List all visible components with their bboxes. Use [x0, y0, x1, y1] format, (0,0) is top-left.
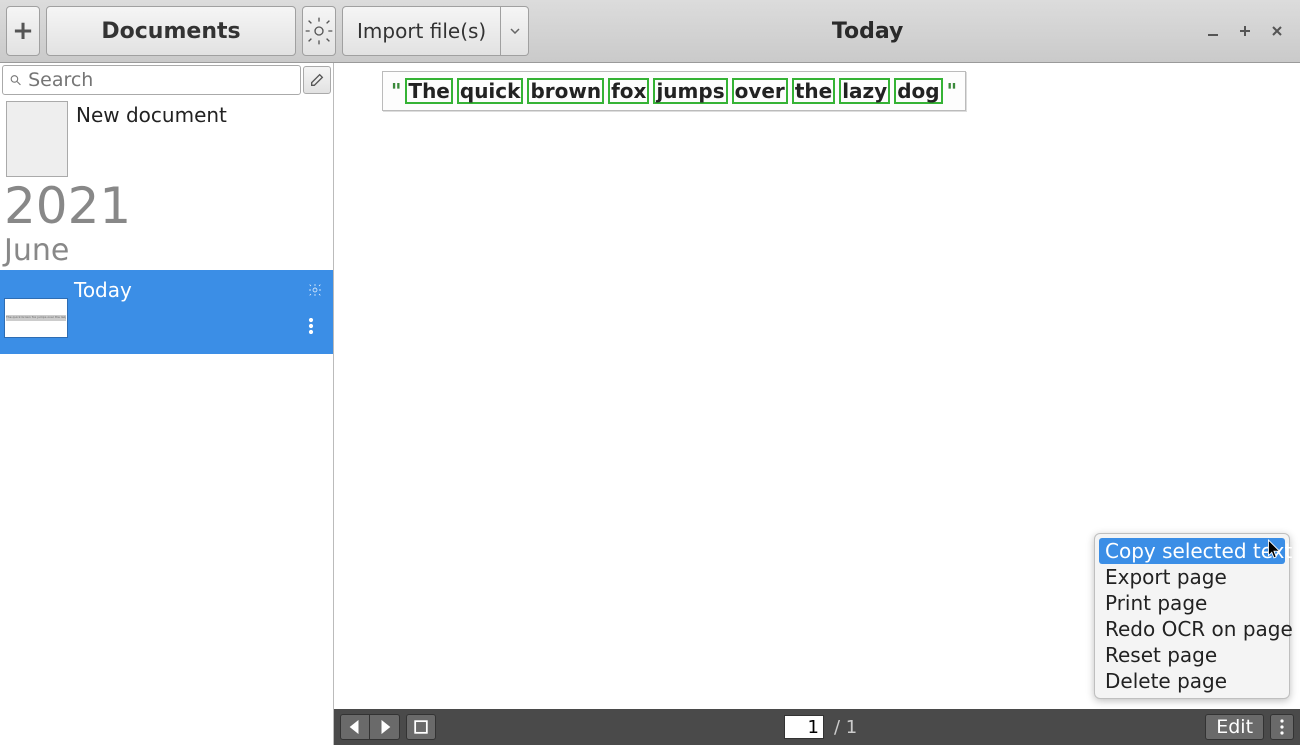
search-row [0, 63, 333, 97]
document-settings-button[interactable] [307, 282, 323, 302]
ctx-reset-page[interactable]: Reset page [1099, 642, 1285, 668]
ocr-word[interactable]: the [792, 78, 835, 104]
ocr-word[interactable]: fox [608, 78, 649, 104]
ocr-word[interactable]: brown [527, 78, 604, 104]
more-vert-icon [303, 318, 319, 334]
ocr-word[interactable]: The [405, 78, 452, 104]
search-box[interactable] [2, 65, 301, 95]
document-title: Today [74, 276, 132, 348]
document-thumb: The quick brown fox jumps over the lazy … [4, 298, 68, 338]
titlebar: + Documents Import file(s) Today [0, 0, 1300, 63]
chevron-down-icon [510, 28, 520, 34]
quote-close: " [947, 79, 957, 103]
ocr-word[interactable]: over [732, 78, 788, 104]
settings-button[interactable] [302, 6, 336, 56]
search-edit-button[interactable] [303, 66, 331, 94]
quote-open: " [391, 79, 401, 103]
viewer: " The quick brown fox jumps over the laz… [334, 63, 1300, 745]
search-icon [9, 73, 22, 87]
page-total-label: / 1 [834, 717, 857, 738]
window-title: Today [535, 19, 1200, 44]
ctx-print-page[interactable]: Print page [1099, 590, 1285, 616]
new-document-thumb [6, 101, 68, 177]
ctx-copy-selected-text[interactable]: Copy selected text [1099, 538, 1285, 564]
ocr-word[interactable]: quick [457, 78, 524, 104]
close-button[interactable] [1270, 24, 1284, 38]
import-button[interactable]: Import file(s) [342, 6, 501, 56]
month-label: June [0, 231, 333, 270]
search-input[interactable] [28, 69, 294, 91]
ocr-word[interactable]: jumps [653, 78, 727, 104]
document-more-button[interactable] [303, 318, 319, 338]
page-number-input[interactable] [784, 715, 824, 739]
gear-icon [303, 15, 335, 47]
ctx-delete-page[interactable]: Delete page [1099, 668, 1285, 694]
documents-tab[interactable]: Documents [46, 6, 296, 56]
new-document-row[interactable]: New document [0, 97, 333, 181]
new-document-label: New document [76, 101, 227, 127]
sidebar: New document 2021 June The quick brown f… [0, 63, 334, 745]
ctx-export-page[interactable]: Export page [1099, 564, 1285, 590]
add-document-button[interactable]: + [6, 6, 40, 56]
year-label: 2021 [0, 181, 333, 231]
window-controls [1206, 24, 1294, 38]
edit-icon [309, 72, 325, 88]
edit-button[interactable]: Edit [1205, 714, 1264, 740]
ocr-word[interactable]: lazy [839, 78, 890, 104]
more-vert-icon [1280, 719, 1284, 735]
gear-icon [307, 282, 323, 298]
fullscreen-icon [414, 720, 428, 734]
arrow-left-icon [348, 720, 362, 734]
ctx-redo-ocr[interactable]: Redo OCR on page [1099, 616, 1285, 642]
ocr-line: " The quick brown fox jumps over the laz… [391, 78, 957, 104]
import-button-group: Import file(s) [342, 6, 529, 56]
next-page-button[interactable] [370, 714, 400, 740]
cursor-icon [1266, 539, 1282, 559]
import-dropdown[interactable] [501, 6, 529, 56]
document-item-today[interactable]: The quick brown fox jumps over the lazy … [0, 270, 333, 354]
ocr-word[interactable]: dog [894, 78, 942, 104]
maximize-button[interactable] [1238, 24, 1252, 38]
page-preview[interactable]: " The quick brown fox jumps over the laz… [382, 71, 966, 111]
page-more-button[interactable] [1270, 714, 1294, 740]
prev-page-button[interactable] [340, 714, 370, 740]
arrow-right-icon [378, 720, 392, 734]
page-context-menu: Copy selected text Export page Print pag… [1094, 533, 1290, 699]
minimize-button[interactable] [1206, 24, 1220, 38]
bottom-bar: / 1 Edit [334, 709, 1300, 745]
fullscreen-button[interactable] [406, 714, 436, 740]
